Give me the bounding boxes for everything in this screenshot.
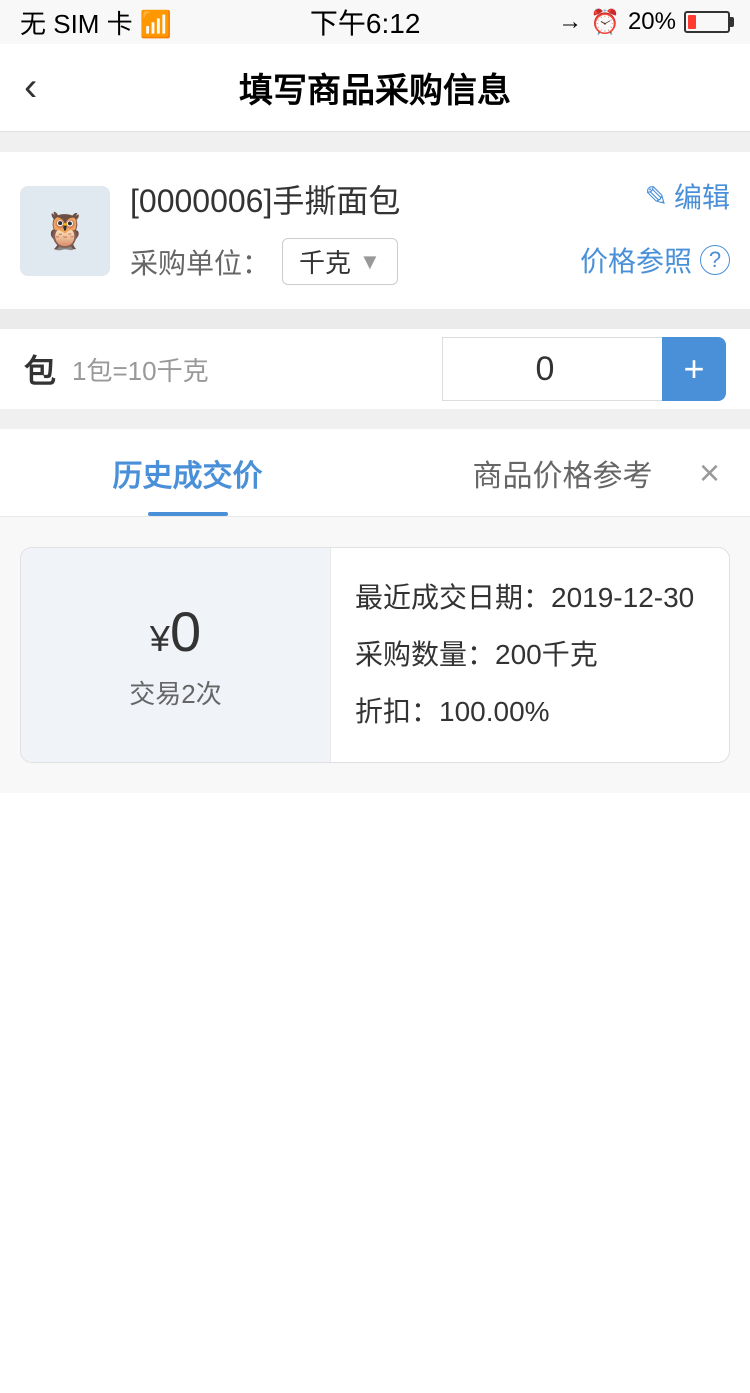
section-divider: [0, 309, 750, 329]
discount-value: 100.00%: [439, 696, 550, 727]
location-icon: →: [558, 8, 582, 36]
tab-reference-price[interactable]: 商品价格参考: [375, 429, 750, 516]
price-purchase-qty: 采购数量：200千克: [355, 635, 705, 674]
price-card-left: ¥0 交易2次: [21, 548, 331, 762]
product-unit-row: 采购单位： 千克 ▼: [130, 238, 400, 285]
recent-date-label: 最近成交日期：: [355, 582, 551, 613]
back-button[interactable]: ‹: [24, 65, 37, 110]
help-icon: ?: [700, 245, 730, 275]
battery-icon: [684, 11, 730, 33]
price-card: ¥0 交易2次 最近成交日期：2019-12-30 采购数量：200千克 折扣：…: [20, 547, 730, 763]
price-reference-button[interactable]: 价格参照 ?: [580, 240, 730, 280]
product-header: 🦉 [0000006]手撕面包 采购单位： 千克 ▼ ✎ 编辑: [20, 176, 730, 285]
price-recent-date: 最近成交日期：2019-12-30: [355, 578, 705, 617]
quantity-input-group: +: [442, 337, 726, 401]
tab-reference-label: 商品价格参考: [473, 451, 653, 495]
tab-close-button[interactable]: ×: [699, 452, 720, 494]
price-amount: ¥0: [150, 599, 201, 664]
quantity-input[interactable]: [442, 337, 662, 401]
edit-label: 编辑: [674, 176, 730, 216]
product-name: [0000006]手撕面包: [130, 176, 400, 222]
product-left: 🦉 [0000006]手撕面包 采购单位： 千克 ▼: [20, 176, 400, 285]
price-ref-label: 价格参照: [580, 240, 692, 280]
quantity-plus-button[interactable]: +: [662, 337, 726, 401]
price-card-right: 最近成交日期：2019-12-30 采购数量：200千克 折扣：100.00%: [331, 548, 729, 762]
unit-selector[interactable]: 千克 ▼: [282, 238, 398, 285]
carrier-text: 无 SIM 卡 📶: [20, 4, 172, 41]
tab-underline: [148, 512, 228, 516]
product-actions: ✎ 编辑 价格参照 ?: [580, 176, 730, 280]
time-text: 下午6:12: [310, 2, 421, 42]
unit-value: 千克: [299, 243, 351, 280]
product-thumbnail: 🦉: [20, 186, 110, 276]
tab-history-price[interactable]: 历史成交价: [0, 429, 375, 516]
quantity-unit-badge: 包: [24, 346, 56, 392]
tabs-bar: 历史成交价 商品价格参考 ×: [0, 429, 750, 517]
price-currency-symbol: ¥: [150, 618, 170, 659]
tabs-section: 历史成交价 商品价格参考 × ¥0 交易2次 最近成交日期：2019-12-30: [0, 429, 750, 793]
nav-bar: ‹ 填写商品采购信息: [0, 44, 750, 132]
bottom-area: [0, 793, 750, 1393]
product-info: [0000006]手撕面包 采购单位： 千克 ▼: [130, 176, 400, 285]
price-value: 0: [170, 600, 201, 663]
purchase-qty-label: 采购数量：: [355, 639, 495, 670]
product-section: 🦉 [0000006]手撕面包 采购单位： 千克 ▼ ✎ 编辑: [0, 152, 750, 309]
quantity-row: 包 1包=10千克 +: [0, 329, 750, 409]
battery-percent: 20%: [628, 8, 676, 36]
price-transactions: 交易2次: [129, 674, 221, 711]
price-card-container: ¥0 交易2次 最近成交日期：2019-12-30 采购数量：200千克 折扣：…: [0, 517, 750, 793]
discount-label: 折扣：: [355, 696, 439, 727]
tab-history-label: 历史成交价: [113, 451, 263, 495]
status-bar-right: → ⏰ 20%: [558, 8, 730, 37]
product-thumbnail-icon: 🦉: [43, 210, 88, 252]
unit-dropdown-arrow: ▼: [359, 249, 381, 275]
quantity-unit-detail: 1包=10千克: [72, 351, 209, 388]
edit-icon: ✎: [645, 180, 668, 213]
battery-fill: [688, 15, 696, 29]
recent-date-value: 2019-12-30: [551, 582, 694, 613]
status-bar: 无 SIM 卡 📶 下午6:12 → ⏰ 20%: [0, 0, 750, 44]
quantity-left: 包 1包=10千克: [24, 346, 209, 392]
unit-label: 采购单位：: [130, 242, 270, 282]
edit-button[interactable]: ✎ 编辑: [645, 176, 730, 216]
alarm-icon: ⏰: [590, 8, 620, 37]
purchase-qty-value: 200千克: [495, 639, 598, 670]
page-title: 填写商品采购信息: [239, 63, 511, 112]
price-discount: 折扣：100.00%: [355, 692, 705, 731]
